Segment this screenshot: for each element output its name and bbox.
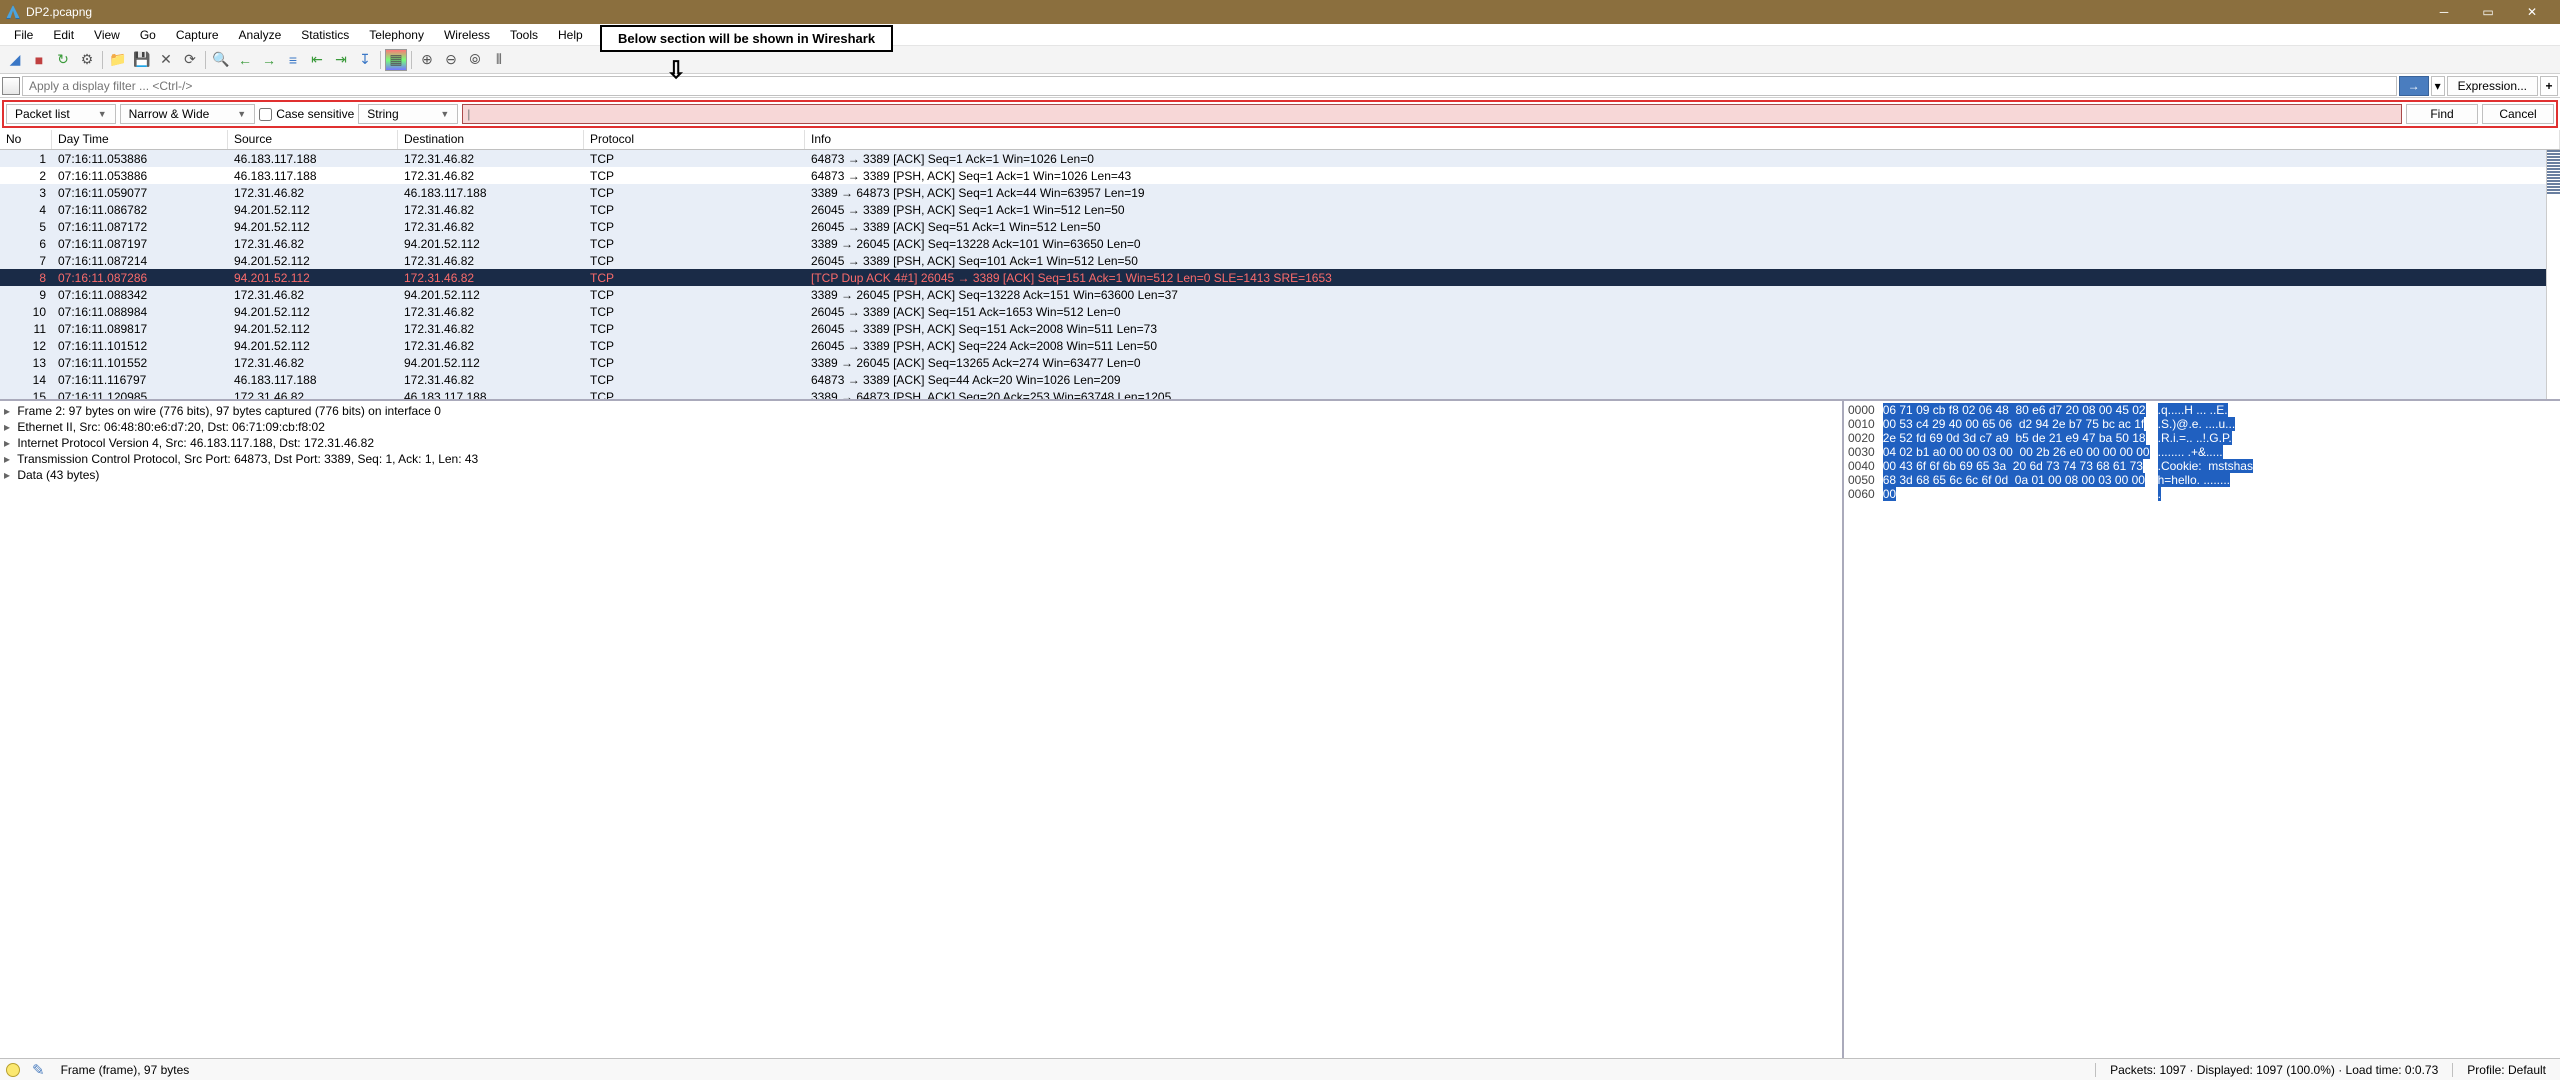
table-row[interactable]: 107:16:11.05388646.183.117.188172.31.46.…	[0, 150, 2560, 167]
col-header-daytime[interactable]: Day Time	[52, 130, 228, 149]
display-filter-input[interactable]	[22, 76, 2397, 96]
menu-statistics[interactable]: Statistics	[291, 26, 359, 44]
table-row[interactable]: 607:16:11.087197172.31.46.8294.201.52.11…	[0, 235, 2560, 252]
resize-columns-icon[interactable]: ⫴	[488, 49, 510, 71]
zoom-out-icon[interactable]: ⊖	[440, 49, 462, 71]
find-scope-select[interactable]: Packet list▼	[6, 104, 116, 124]
expression-button[interactable]: Expression...	[2447, 76, 2538, 96]
menu-tools[interactable]: Tools	[500, 26, 548, 44]
detail-line[interactable]: ▸ Internet Protocol Version 4, Src: 46.1…	[4, 435, 1838, 451]
menu-help[interactable]: Help	[548, 26, 593, 44]
go-to-packet-icon[interactable]: ≡	[282, 49, 304, 71]
reload-icon[interactable]: ⟳	[179, 49, 201, 71]
menu-go[interactable]: Go	[130, 26, 166, 44]
table-row[interactable]: 1307:16:11.101552172.31.46.8294.201.52.1…	[0, 354, 2560, 371]
menubar: File Edit View Go Capture Analyze Statis…	[0, 24, 2560, 46]
bookmark-filter-icon[interactable]	[2, 77, 20, 95]
close-file-icon[interactable]: ✕	[155, 49, 177, 71]
table-row[interactable]: 207:16:11.05388646.183.117.188172.31.46.…	[0, 167, 2560, 184]
app-icon	[6, 5, 20, 19]
packet-list[interactable]: 107:16:11.05388646.183.117.188172.31.46.…	[0, 150, 2560, 400]
go-back-icon[interactable]: ←	[234, 49, 256, 71]
detail-line[interactable]: ▸ Data (43 bytes)	[4, 467, 1838, 483]
find-type-select[interactable]: String▼	[358, 104, 458, 124]
filter-history-dropdown[interactable]: ▾	[2431, 76, 2445, 96]
zoom-in-icon[interactable]: ⊕	[416, 49, 438, 71]
colorize-icon[interactable]: ▦	[385, 49, 407, 71]
col-header-destination[interactable]: Destination	[398, 130, 584, 149]
annotation-arrow-icon: ⇩	[666, 56, 686, 85]
edit-capture-comment-icon[interactable]: ✎	[32, 1061, 45, 1079]
packet-list-header: No Day Time Source Destination Protocol …	[0, 130, 2560, 150]
menu-analyze[interactable]: Analyze	[229, 26, 292, 44]
add-filter-button[interactable]: +	[2540, 76, 2558, 96]
packet-bytes-pane[interactable]: 0000001000200030004000500060 06 71 09 cb…	[1844, 401, 2560, 1058]
capture-options-icon[interactable]: ⚙	[76, 49, 98, 71]
go-forward-icon[interactable]: →	[258, 49, 280, 71]
menu-edit[interactable]: Edit	[43, 26, 84, 44]
col-header-source[interactable]: Source	[228, 130, 398, 149]
detail-line[interactable]: ▸ Ethernet II, Src: 06:48:80:e6:d7:20, D…	[4, 419, 1838, 435]
table-row[interactable]: 807:16:11.08728694.201.52.112172.31.46.8…	[0, 269, 2560, 286]
close-button[interactable]: ✕	[2510, 0, 2554, 24]
menu-wireless[interactable]: Wireless	[434, 26, 500, 44]
detail-line[interactable]: ▸ Frame 2: 97 bytes on wire (776 bits), …	[4, 403, 1838, 419]
table-row[interactable]: 1007:16:11.08898494.201.52.112172.31.46.…	[0, 303, 2560, 320]
table-row[interactable]: 407:16:11.08678294.201.52.112172.31.46.8…	[0, 201, 2560, 218]
auto-scroll-icon[interactable]: ↧	[354, 49, 376, 71]
save-file-icon[interactable]: 💾	[131, 49, 153, 71]
go-first-icon[interactable]: ⇤	[306, 49, 328, 71]
table-row[interactable]: 507:16:11.08717294.201.52.112172.31.46.8…	[0, 218, 2560, 235]
table-row[interactable]: 1107:16:11.08981794.201.52.112172.31.46.…	[0, 320, 2560, 337]
find-input[interactable]	[462, 104, 2402, 124]
annotation-callout: Below section will be shown in Wireshark	[600, 25, 893, 52]
table-row[interactable]: 1507:16:11.120985172.31.46.8246.183.117.…	[0, 388, 2560, 400]
table-row[interactable]: 307:16:11.059077172.31.46.8246.183.117.1…	[0, 184, 2560, 201]
menu-file[interactable]: File	[4, 26, 43, 44]
zoom-reset-icon[interactable]: ⦾	[464, 49, 486, 71]
status-frame: Frame (frame), 97 bytes	[51, 1063, 200, 1077]
expert-info-icon[interactable]	[6, 1063, 20, 1077]
find-bar: Packet list▼ Narrow & Wide▼ Case sensiti…	[2, 100, 2558, 128]
cancel-button[interactable]: Cancel	[2482, 104, 2554, 124]
minimize-button[interactable]: ─	[2422, 0, 2466, 24]
col-header-info[interactable]: Info	[805, 130, 2560, 149]
menu-telephony[interactable]: Telephony	[359, 26, 434, 44]
toolbar: ◢ ■ ↻ ⚙ 📁 💾 ✕ ⟳ 🔍 ← → ≡ ⇤ ⇥ ↧ ▦ ⊕ ⊖ ⦾ ⫴	[0, 46, 2560, 74]
detail-line[interactable]: ▸ Transmission Control Protocol, Src Por…	[4, 451, 1838, 467]
find-button[interactable]: Find	[2406, 104, 2478, 124]
menu-view[interactable]: View	[84, 26, 130, 44]
packet-details-pane[interactable]: ▸ Frame 2: 97 bytes on wire (776 bits), …	[0, 401, 1844, 1058]
table-row[interactable]: 1407:16:11.11679746.183.117.188172.31.46…	[0, 371, 2560, 388]
status-packets: Packets: 1097 · Displayed: 1097 (100.0%)…	[2095, 1063, 2452, 1077]
window-title: DP2.pcapng	[26, 5, 92, 19]
open-file-icon[interactable]: 📁	[107, 49, 129, 71]
status-bar: ✎ Frame (frame), 97 bytes Packets: 1097 …	[0, 1058, 2560, 1080]
apply-filter-icon[interactable]: →	[2399, 76, 2429, 96]
col-header-no[interactable]: No	[0, 130, 52, 149]
find-width-select[interactable]: Narrow & Wide▼	[120, 104, 256, 124]
table-row[interactable]: 1207:16:11.10151294.201.52.112172.31.46.…	[0, 337, 2560, 354]
stop-capture-icon[interactable]: ■	[28, 49, 50, 71]
go-last-icon[interactable]: ⇥	[330, 49, 352, 71]
bottom-panes: ▸ Frame 2: 97 bytes on wire (776 bits), …	[0, 400, 2560, 1058]
table-row[interactable]: 707:16:11.08721494.201.52.112172.31.46.8…	[0, 252, 2560, 269]
col-header-protocol[interactable]: Protocol	[584, 130, 805, 149]
maximize-button[interactable]: ▭	[2466, 0, 2510, 24]
find-packet-icon[interactable]: 🔍	[210, 49, 232, 71]
start-capture-icon[interactable]: ◢	[4, 49, 26, 71]
case-sensitive-checkbox[interactable]: Case sensitive	[259, 107, 354, 121]
restart-capture-icon[interactable]: ↻	[52, 49, 74, 71]
minimap-scrollbar[interactable]	[2546, 150, 2560, 399]
display-filter-row: → ▾ Expression... +	[0, 74, 2560, 98]
titlebar: DP2.pcapng ─ ▭ ✕	[0, 0, 2560, 24]
table-row[interactable]: 907:16:11.088342172.31.46.8294.201.52.11…	[0, 286, 2560, 303]
menu-capture[interactable]: Capture	[166, 26, 229, 44]
status-profile[interactable]: Profile: Default	[2452, 1063, 2560, 1077]
